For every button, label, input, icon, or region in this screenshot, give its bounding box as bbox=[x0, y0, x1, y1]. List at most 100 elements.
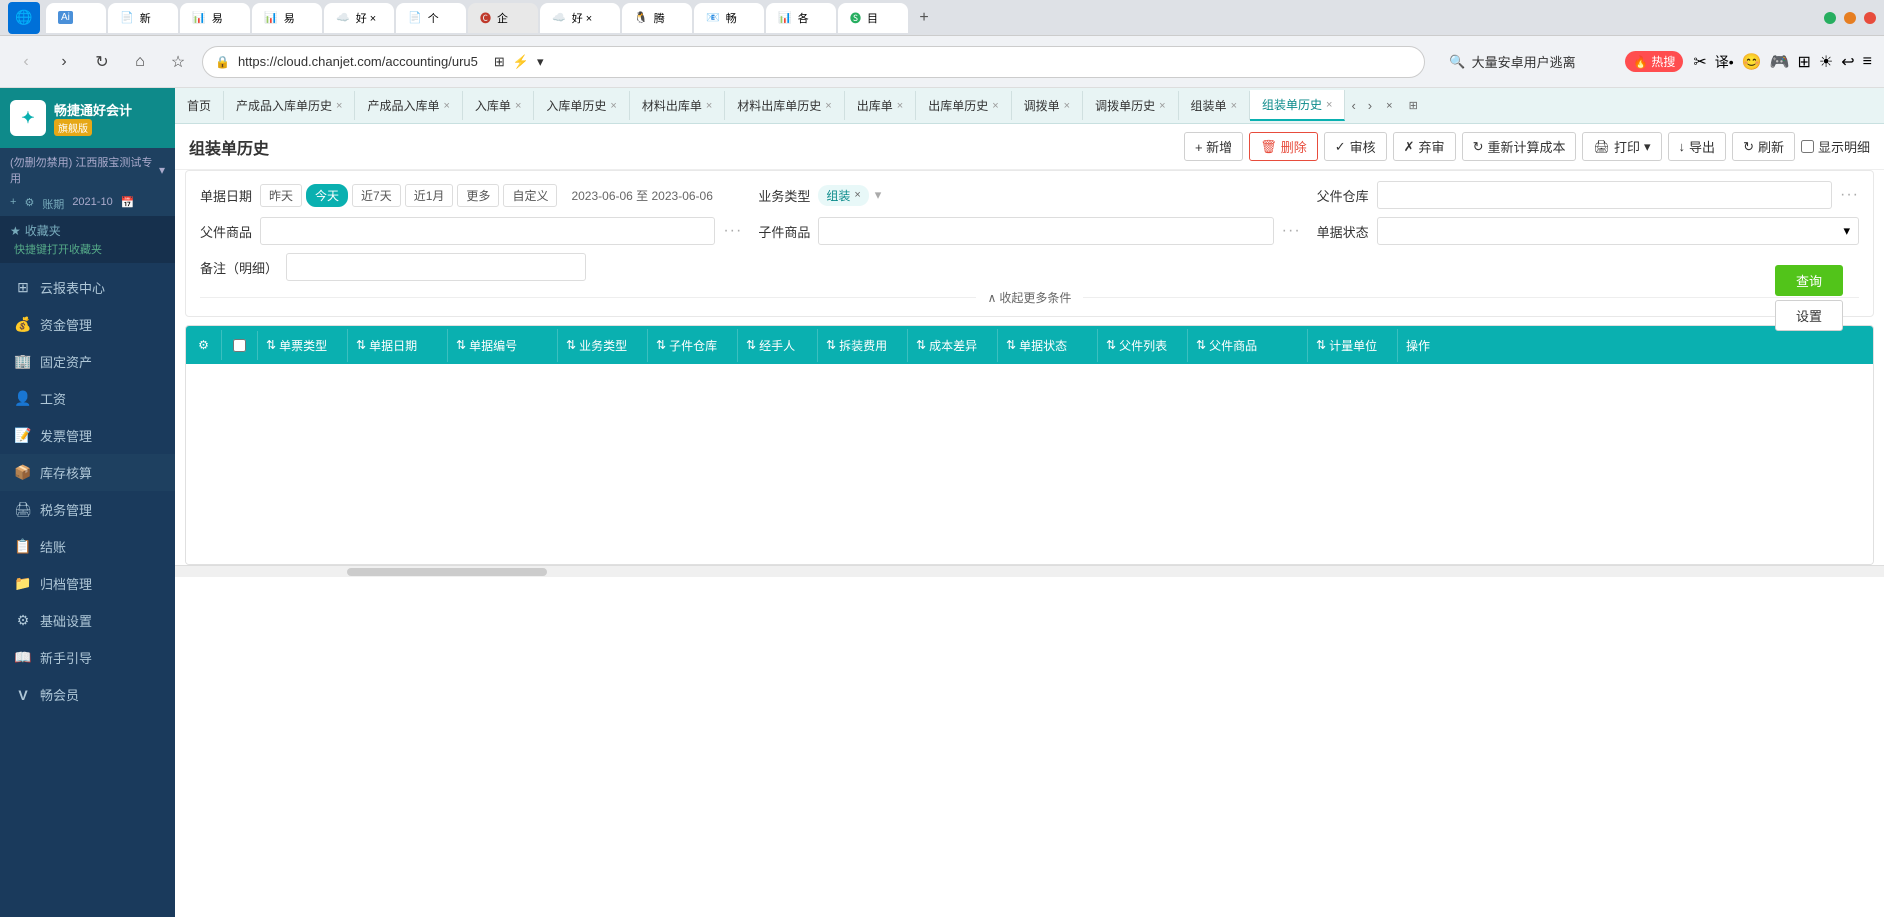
sidebar-item-settings[interactable]: ⚙ 基础设置 bbox=[0, 602, 175, 639]
sun-icon[interactable]: ☀ bbox=[1819, 52, 1833, 72]
tab-options[interactable]: ⊞ bbox=[1401, 95, 1426, 116]
material-out-close[interactable]: × bbox=[706, 100, 712, 112]
add-button[interactable]: + 新增 bbox=[1184, 132, 1243, 161]
menu-icon[interactable]: ≡ bbox=[1863, 53, 1872, 71]
parent-goods-dots[interactable]: ··· bbox=[723, 222, 742, 240]
today-btn[interactable]: 今天 bbox=[306, 184, 348, 207]
refresh-button[interactable]: ↻ 刷新 bbox=[1732, 132, 1795, 161]
minimize-icon[interactable] bbox=[1824, 12, 1836, 24]
nav-tab-transfer-history[interactable]: 调拨单历史 × bbox=[1083, 91, 1178, 120]
th-handler[interactable]: ⇅ 经手人 bbox=[738, 329, 818, 362]
browser-tab-active[interactable]: 🅒 企 bbox=[468, 3, 538, 33]
search-bar[interactable]: 🔍 大量安卓用户逃离 bbox=[1435, 48, 1615, 75]
th-child-warehouse[interactable]: ⇅ 子件仓库 bbox=[648, 329, 738, 362]
select-all-checkbox[interactable] bbox=[233, 339, 246, 352]
transfer-close[interactable]: × bbox=[1064, 100, 1070, 112]
browser-tab-9[interactable]: 📧 畅 bbox=[694, 3, 764, 33]
set-button[interactable]: 设置 bbox=[1775, 300, 1843, 331]
th-parent-list[interactable]: ⇅ 父件列表 bbox=[1098, 329, 1188, 362]
scrollbar-area[interactable] bbox=[175, 565, 1884, 577]
nav-tab-material-out[interactable]: 材料出库单 × bbox=[630, 91, 725, 120]
nav-tab-material-out-history[interactable]: 材料出库单历史 × bbox=[725, 91, 844, 120]
new-tab-button[interactable]: + bbox=[910, 4, 938, 32]
browser-tab-2[interactable]: 📊 易 bbox=[180, 3, 250, 33]
last7days-btn[interactable]: 近7天 bbox=[352, 184, 401, 207]
history-icon[interactable]: ↩ bbox=[1841, 52, 1854, 72]
recalculate-button[interactable]: ↻ 重新计算成本 bbox=[1462, 132, 1577, 161]
receipt-close[interactable]: × bbox=[515, 100, 521, 112]
more-btn[interactable]: 更多 bbox=[457, 184, 499, 207]
th-ticket-type[interactable]: ⇅ 单票类型 bbox=[258, 329, 348, 362]
yesterday-btn[interactable]: 昨天 bbox=[260, 184, 302, 207]
bookmark-button[interactable]: ☆ bbox=[164, 48, 192, 76]
sidebar-item-archive[interactable]: 📁 归档管理 bbox=[0, 565, 175, 602]
scrollbar-thumb[interactable] bbox=[347, 568, 547, 576]
th-parent-goods[interactable]: ⇅ 父件商品 bbox=[1188, 329, 1308, 362]
game-icon[interactable]: 🎮 bbox=[1770, 52, 1790, 72]
assembly-close[interactable]: × bbox=[1231, 100, 1237, 112]
doc-status-select[interactable]: ▾ bbox=[1377, 217, 1859, 245]
translate-icon[interactable]: 译• bbox=[1715, 52, 1734, 72]
show-detail-checkbox-area[interactable]: 显示明细 bbox=[1801, 137, 1870, 156]
tab-close-all[interactable]: × bbox=[1378, 96, 1400, 116]
finished-history-close[interactable]: × bbox=[336, 100, 342, 112]
maximize-icon[interactable] bbox=[1844, 12, 1856, 24]
browser-tab-10[interactable]: 📊 各 bbox=[766, 3, 836, 33]
hot-search-button[interactable]: 🔥 热搜 bbox=[1625, 51, 1683, 72]
sidebar-item-tax[interactable]: 🖨 税务管理 bbox=[0, 491, 175, 528]
receipt-history-close[interactable]: × bbox=[610, 100, 616, 112]
memo-input[interactable] bbox=[286, 253, 586, 281]
nav-tab-receipt[interactable]: 入库单 × bbox=[463, 91, 534, 120]
child-goods-dots[interactable]: ··· bbox=[1282, 222, 1301, 240]
nav-tab-out[interactable]: 出库单 × bbox=[845, 91, 916, 120]
sidebar-favorites[interactable]: ★ 收藏夹 快捷键打开收藏夹 bbox=[0, 216, 175, 263]
browser-tab-8[interactable]: 🐧 腾 bbox=[622, 3, 692, 33]
nav-tab-assembly[interactable]: 组装单 × bbox=[1179, 91, 1250, 120]
forward-button[interactable]: › bbox=[50, 48, 78, 76]
nav-tab-finished-history[interactable]: 产成品入库单历史 × bbox=[224, 91, 355, 120]
nav-tab-finished[interactable]: 产成品入库单 × bbox=[355, 91, 462, 120]
th-unit[interactable]: ⇅ 计量单位 bbox=[1308, 329, 1398, 362]
browser-tab-11[interactable]: 🅢 目 bbox=[838, 3, 908, 33]
last1month-btn[interactable]: 近1月 bbox=[405, 184, 454, 207]
browser-tab-3[interactable]: 📊 易 bbox=[252, 3, 322, 33]
nav-tab-home[interactable]: 首页 bbox=[175, 91, 224, 120]
assembly-tag-close[interactable]: × bbox=[854, 189, 860, 201]
th-cost-diff[interactable]: ⇅ 成本差异 bbox=[908, 329, 998, 362]
tab-prev-arrow[interactable]: ‹ bbox=[1345, 94, 1361, 117]
out-close[interactable]: × bbox=[897, 100, 903, 112]
browser-tab-5[interactable]: 📄 个 bbox=[396, 3, 466, 33]
browser-tab-7[interactable]: ☁️ 好 × bbox=[540, 3, 620, 33]
print-button[interactable]: 🖨 打印 ▾ bbox=[1582, 132, 1661, 161]
grid-icon[interactable]: ⊞ bbox=[1798, 52, 1811, 72]
address-bar[interactable]: 🔒 https://cloud.chanjet.com/accounting/u… bbox=[202, 46, 1425, 78]
material-out-history-close[interactable]: × bbox=[825, 100, 831, 112]
sidebar-item-payroll[interactable]: 👤 工资 bbox=[0, 380, 175, 417]
sidebar-company-selector[interactable]: (勿删勿禁用) 江西服宝测试专用 ▾ bbox=[0, 148, 175, 192]
th-doc-date[interactable]: ⇅ 单据日期 bbox=[348, 329, 448, 362]
transfer-history-close[interactable]: × bbox=[1159, 100, 1165, 112]
business-type-dropdown[interactable]: ▾ bbox=[875, 187, 882, 203]
close-icon[interactable] bbox=[1864, 12, 1876, 24]
sidebar-item-fixed-assets[interactable]: 🏢 固定资产 bbox=[0, 343, 175, 380]
abandon-button[interactable]: ✗ 弃审 bbox=[1393, 132, 1456, 161]
sidebar-item-inventory[interactable]: 📦 库存核算 bbox=[0, 454, 175, 491]
nav-tab-assembly-history[interactable]: 组装单历史 × bbox=[1250, 90, 1345, 121]
sidebar-item-closing[interactable]: 📋 结账 bbox=[0, 528, 175, 565]
nav-tab-transfer[interactable]: 调拨单 × bbox=[1012, 91, 1083, 120]
delete-button[interactable]: 🗑 删除 bbox=[1249, 132, 1318, 161]
th-doc-no[interactable]: ⇅ 单据编号 bbox=[448, 329, 558, 362]
scissors-icon[interactable]: ✂ bbox=[1693, 52, 1706, 72]
address-dropdown-icon[interactable]: ▾ bbox=[537, 54, 544, 70]
back-button[interactable]: ‹ bbox=[12, 48, 40, 76]
export-button[interactable]: ↓ 导出 bbox=[1668, 132, 1727, 161]
out-history-close[interactable]: × bbox=[992, 100, 998, 112]
th-doc-status[interactable]: ⇅ 单据状态 bbox=[998, 329, 1098, 362]
collapse-button[interactable]: ∧ 收起更多条件 bbox=[976, 289, 1084, 306]
th-settings[interactable]: ⚙ bbox=[186, 330, 222, 360]
nav-tab-receipt-history[interactable]: 入库单历史 × bbox=[534, 91, 629, 120]
sidebar-item-member[interactable]: V 畅会员 bbox=[0, 676, 175, 713]
refresh-browser-button[interactable]: ↻ bbox=[88, 48, 116, 76]
warehouse-input[interactable] bbox=[1377, 181, 1832, 209]
sidebar-item-guide[interactable]: 📖 新手引导 bbox=[0, 639, 175, 676]
